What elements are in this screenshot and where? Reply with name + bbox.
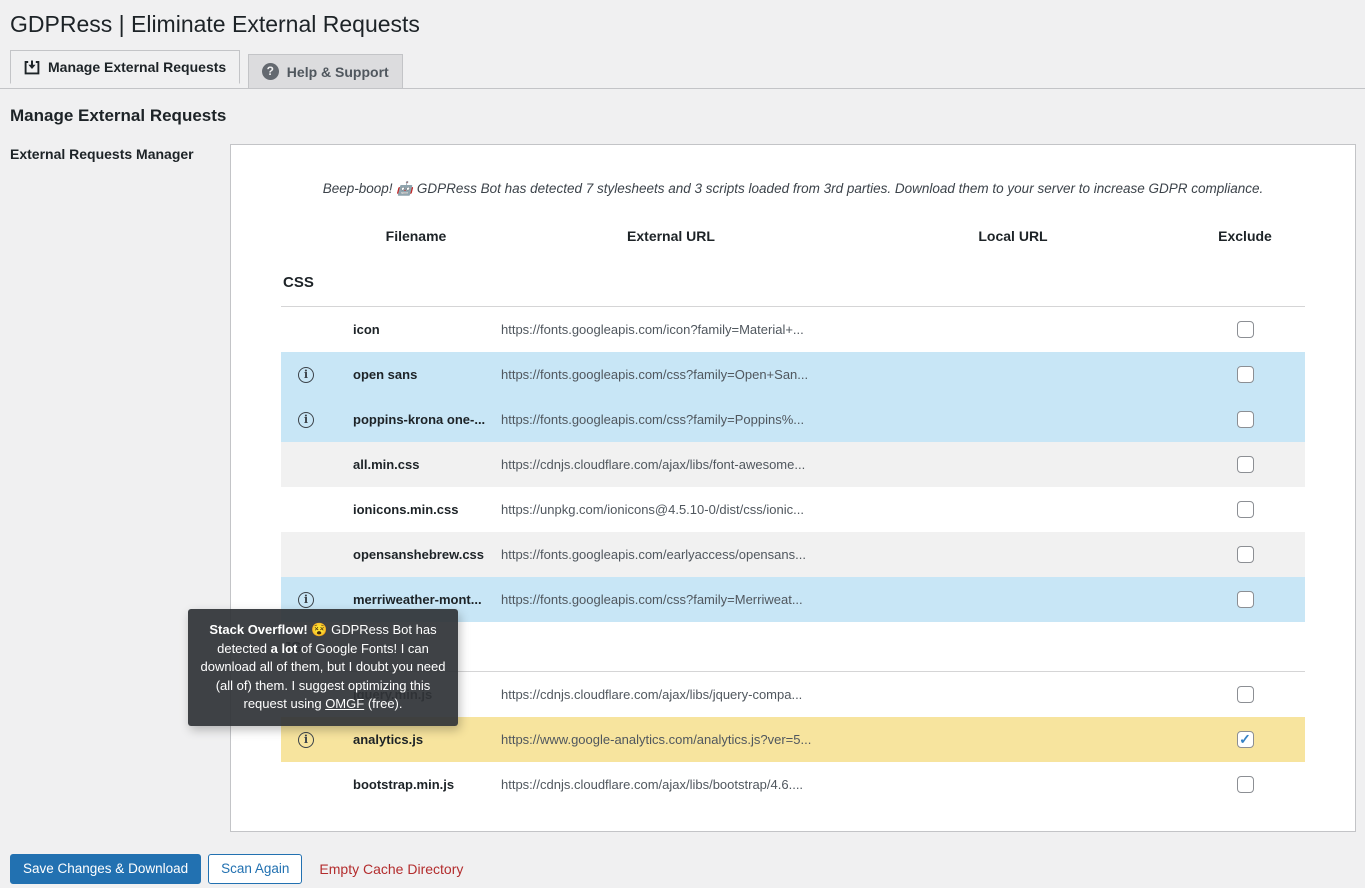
tab-manage-external-requests[interactable]: Manage External Requests	[10, 50, 241, 84]
header-external-url: External URL	[627, 228, 715, 244]
omgf-link[interactable]: OMGF	[325, 696, 364, 711]
table-row: opensanshebrew.css https://fonts.googlea…	[281, 532, 1305, 577]
section-heading: Manage External Requests	[10, 106, 227, 125]
external-url-cell: https://fonts.googleapis.com/earlyaccess…	[501, 547, 806, 562]
header-local-url: Local URL	[978, 228, 1048, 244]
download-icon	[24, 60, 40, 75]
external-url-cell: https://unpkg.com/ionicons@4.5.10-0/dist…	[501, 502, 804, 517]
exclude-checkbox[interactable]: ✓	[1236, 366, 1254, 383]
info-icon[interactable]: i	[298, 367, 314, 383]
tab-help-support[interactable]: ? Help & Support	[247, 54, 403, 89]
exclude-checkbox[interactable]: ✓	[1236, 321, 1254, 338]
external-url-cell: https://fonts.googleapis.com/css?family=…	[501, 412, 805, 427]
external-url-cell: https://cdnjs.cloudflare.com/ajax/libs/b…	[501, 777, 804, 792]
dizzy-face-emoji: 😵	[311, 622, 328, 637]
section-title-css: CSS	[281, 257, 1305, 307]
exclude-checkbox[interactable]: ✓	[1236, 411, 1254, 428]
filename-cell: ionicons.min.css	[353, 502, 459, 517]
external-url-cell: https://fonts.googleapis.com/css?family=…	[501, 592, 803, 607]
help-icon: ?	[261, 63, 279, 80]
header-exclude: Exclude	[1218, 228, 1272, 244]
table-header-row: Filename External URL Local URL Exclude	[281, 215, 1305, 257]
settings-form-row: External Requests Manager Beep-boop! 🤖 G…	[0, 144, 1365, 832]
tab-label: Help & Support	[286, 63, 389, 80]
save-changes-download-button[interactable]: Save Changes & Download	[10, 854, 202, 884]
table-row: i poppins-krona one-... https://fonts.go…	[281, 397, 1305, 442]
exclude-checkbox[interactable]: ✓	[1236, 686, 1254, 703]
notice-lead: Beep-boop!	[322, 181, 393, 196]
filename-cell: analytics.js	[353, 732, 424, 747]
page-title: GDPRess | Eliminate External Requests	[10, 11, 420, 37]
tooltip-text: (free).	[367, 696, 403, 711]
external-url-cell: https://fonts.googleapis.com/icon?family…	[501, 322, 804, 337]
table-row: icon https://fonts.googleapis.com/icon?f…	[281, 307, 1305, 352]
external-url-cell: https://fonts.googleapis.com/css?family=…	[501, 367, 809, 382]
empty-cache-directory-link[interactable]: Empty Cache Directory	[319, 861, 463, 877]
info-icon[interactable]: i	[298, 412, 314, 428]
filename-cell: opensanshebrew.css	[353, 547, 485, 562]
table-row: all.min.css https://cdnjs.cloudflare.com…	[281, 442, 1305, 487]
filename-cell: icon	[353, 322, 380, 337]
exclude-checkbox[interactable]: ✓	[1236, 776, 1254, 793]
external-url-cell: https://cdnjs.cloudflare.com/ajax/libs/j…	[501, 687, 803, 702]
filename-cell: all.min.css	[353, 457, 420, 472]
filename-cell: open sans	[353, 367, 418, 382]
header-filename: Filename	[385, 228, 447, 244]
filename-cell: poppins-krona one-...	[353, 412, 486, 427]
footer-actions: Save Changes & Download Scan Again Empty…	[10, 854, 1365, 884]
external-requests-panel: Beep-boop! 🤖 GDPRess Bot has detected 7 …	[230, 144, 1356, 832]
tab-label: Manage External Requests	[48, 59, 227, 75]
exclude-checkbox[interactable]: ✓	[1236, 501, 1254, 518]
tooltip-title: Stack Overflow!	[209, 622, 308, 637]
exclude-checkbox-checked[interactable]: ✓	[1236, 731, 1254, 748]
bot-notice: Beep-boop! 🤖 GDPRess Bot has detected 7 …	[281, 179, 1305, 199]
gdpress-bot-tooltip: Stack Overflow! 😵 GDPRess Bot has detect…	[188, 609, 458, 726]
external-url-cell: https://cdnjs.cloudflare.com/ajax/libs/f…	[501, 457, 806, 472]
exclude-checkbox[interactable]: ✓	[1236, 591, 1254, 608]
filename-cell: bootstrap.min.js	[353, 777, 455, 792]
table-row: bootstrap.min.js https://cdnjs.cloudflar…	[281, 762, 1305, 807]
tooltip-emphasis: a lot	[270, 640, 298, 656]
robot-emoji: 🤖	[396, 181, 414, 196]
exclude-checkbox[interactable]: ✓	[1236, 546, 1254, 563]
filename-cell: merriweather-mont...	[353, 592, 482, 607]
tab-bar: Manage External Requests ? Help & Suppor…	[0, 50, 1365, 89]
table-row: ionicons.min.css https://unpkg.com/ionic…	[281, 487, 1305, 532]
info-icon[interactable]: i	[298, 732, 314, 748]
notice-body: GDPRess Bot has detected 7 stylesheets a…	[416, 181, 1264, 196]
table-row: i open sans https://fonts.googleapis.com…	[281, 352, 1305, 397]
info-icon[interactable]: i	[298, 592, 314, 608]
scan-again-button[interactable]: Scan Again	[208, 854, 303, 884]
settings-label: External Requests Manager	[10, 146, 194, 162]
exclude-checkbox[interactable]: ✓	[1236, 456, 1254, 473]
external-url-cell: https://www.google-analytics.com/analyti…	[501, 732, 812, 747]
